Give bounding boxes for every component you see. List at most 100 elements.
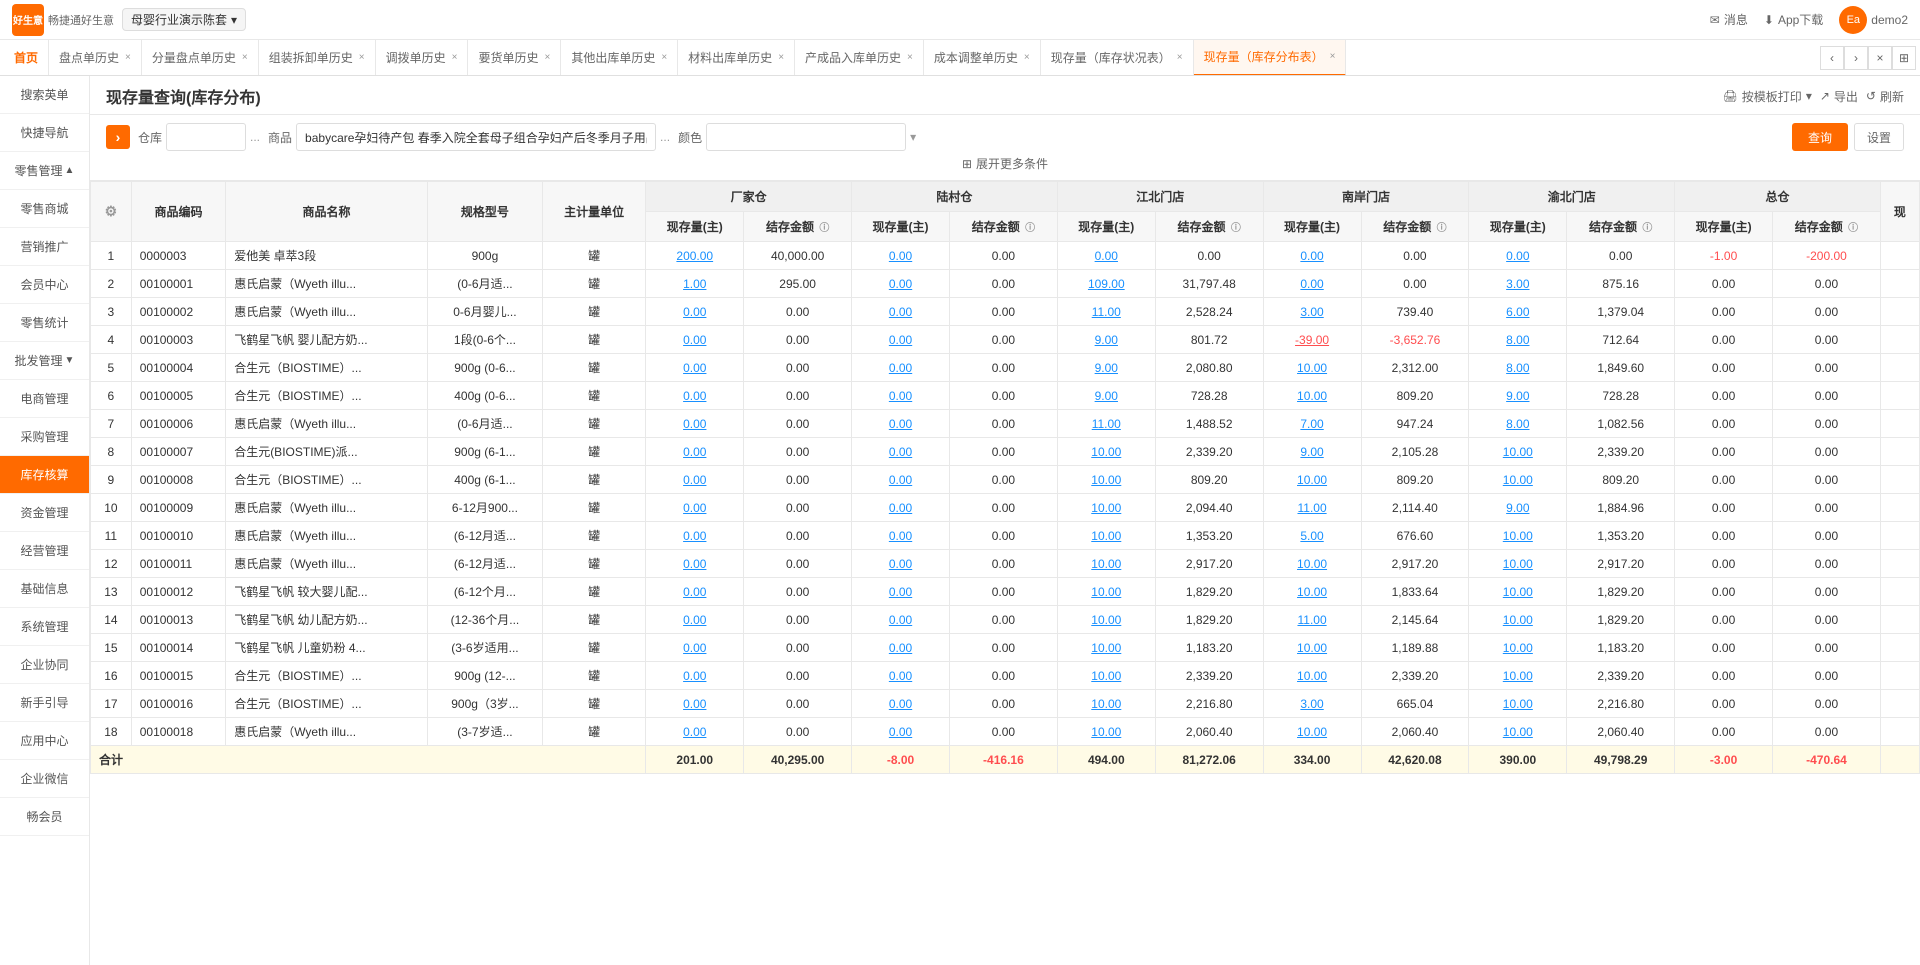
tab-home[interactable]: 首页	[4, 40, 49, 76]
td-fj-amt: 0.00	[744, 298, 852, 326]
tab-order[interactable]: 要货单历史 ×	[468, 40, 561, 76]
info-icon[interactable]: ⓘ	[1642, 223, 1652, 234]
tab-transfer[interactable]: 调拨单历史 ×	[376, 40, 469, 76]
tab-close-order[interactable]: ×	[544, 52, 550, 63]
td-no: 2	[91, 270, 132, 298]
tab-material-out[interactable]: 材料出库单历史 ×	[678, 40, 795, 76]
export-btn[interactable]: ↗ 导出	[1820, 88, 1858, 105]
sidebar-item-system[interactable]: 系统管理	[0, 608, 89, 646]
td-lc-qty: 0.00	[852, 494, 950, 522]
tab-close-material-out[interactable]: ×	[778, 52, 784, 63]
warehouse-dots-btn[interactable]: ...	[250, 130, 260, 144]
tab-close-product-in[interactable]: ×	[907, 52, 913, 63]
tab-stock-dist[interactable]: 现存量（库存分布表） ×	[1194, 40, 1347, 76]
info-icon[interactable]: ⓘ	[819, 223, 829, 234]
td-lc-qty: 0.00	[852, 578, 950, 606]
settings-icon[interactable]: ⚙	[105, 203, 118, 219]
sidebar-item-enterprise[interactable]: 企业协同	[0, 646, 89, 684]
td-lc-qty: 0.00	[852, 270, 950, 298]
tab-close-other-out[interactable]: ×	[661, 52, 667, 63]
app-download-btn[interactable]: ⬇ App下载	[1764, 11, 1823, 28]
filter-warehouse: 仓库 ...	[138, 123, 260, 151]
sidebar-item-inventory[interactable]: 库存核算	[0, 456, 89, 494]
main-layout: 搜索英单 快捷导航 零售管理 ▲ 零售商城 营销推广 会员中心 零售统计 批发管…	[0, 76, 1920, 965]
tab-close-inventory-count[interactable]: ×	[125, 52, 131, 63]
tab-close-transfer[interactable]: ×	[452, 52, 458, 63]
sidebar-item-members[interactable]: 畅会员	[0, 798, 89, 836]
tab-close-cost-adjust[interactable]: ×	[1024, 52, 1030, 63]
sidebar-item-wechat[interactable]: 企业微信	[0, 760, 89, 798]
org-selector[interactable]: 母婴行业演示陈套 ▾	[122, 8, 246, 31]
tab-close-portion[interactable]: ×	[242, 52, 248, 63]
tab-close-stock-status[interactable]: ×	[1177, 52, 1183, 63]
tab-prev-btn[interactable]: ‹	[1820, 46, 1844, 70]
tab-cost-adjust[interactable]: 成本调整单历史 ×	[924, 40, 1041, 76]
sidebar-item-ops[interactable]: 经营管理	[0, 532, 89, 570]
td-fj-amt: 0.00	[744, 550, 852, 578]
sidebar-item-retail-shop[interactable]: 零售商城	[0, 190, 89, 228]
user-profile[interactable]: Ea demo2	[1839, 6, 1908, 34]
tab-stock-status[interactable]: 现存量（库存状况表） ×	[1041, 40, 1194, 76]
td-name: 合生元（BIOSTIME）...	[226, 690, 428, 718]
product-input[interactable]	[296, 123, 656, 151]
sidebar-item-ecommerce[interactable]: 电商管理	[0, 380, 89, 418]
export-label: 导出	[1834, 88, 1858, 105]
sidebar-item-quicknav[interactable]: 快捷导航	[0, 114, 89, 152]
sidebar-item-member[interactable]: 会员中心	[0, 266, 89, 304]
info-icon[interactable]: ⓘ	[1437, 223, 1447, 234]
filter-toggle-btn[interactable]: ›	[106, 125, 130, 149]
sidebar-item-guide[interactable]: 新手引导	[0, 684, 89, 722]
chevron-down-icon: ▾	[231, 13, 237, 27]
td-jb-amt: 2,080.80	[1155, 354, 1263, 382]
td-jb-qty: 0.00	[1057, 242, 1155, 270]
td-fj-qty: 0.00	[646, 606, 744, 634]
td-unit: 罐	[542, 270, 645, 298]
tab-next-btn[interactable]: ›	[1844, 46, 1868, 70]
sidebar-item-retail-mgmt[interactable]: 零售管理 ▲	[0, 152, 89, 190]
td-code: 00100011	[131, 550, 225, 578]
td-extra	[1880, 270, 1919, 298]
warehouse-input[interactable]	[166, 123, 246, 151]
tab-inventory-count[interactable]: 盘点单历史 ×	[49, 40, 142, 76]
query-btn[interactable]: 查询	[1792, 123, 1848, 151]
tab-product-in[interactable]: 产成品入库单历史 ×	[795, 40, 924, 76]
table-row: 4 00100003 飞鹤星飞帆 婴儿配方奶... 1段(0-6个... 罐 0…	[91, 326, 1920, 354]
tab-menu-btn[interactable]: ⊞	[1892, 46, 1916, 70]
sidebar-item-retail-stats[interactable]: 零售统计	[0, 304, 89, 342]
tab-assemble[interactable]: 组装拆卸单历史 ×	[259, 40, 376, 76]
sidebar-item-purchase[interactable]: 采购管理	[0, 418, 89, 456]
info-icon[interactable]: ⓘ	[1231, 223, 1241, 234]
tab-close-all-btn[interactable]: ×	[1868, 46, 1892, 70]
td-yb-amt: 1,884.96	[1567, 494, 1675, 522]
tab-close-stock-dist[interactable]: ×	[1330, 51, 1336, 62]
td-jb-qty: 9.00	[1057, 326, 1155, 354]
sidebar-item-finance[interactable]: 资金管理	[0, 494, 89, 532]
td-lc-amt: 0.00	[950, 382, 1058, 410]
sidebar-item-appcenter[interactable]: 应用中心	[0, 722, 89, 760]
sidebar-item-marketing[interactable]: 营销推广	[0, 228, 89, 266]
product-dots-btn[interactable]: ...	[660, 130, 670, 144]
sidebar-item-search[interactable]: 搜索英单	[0, 76, 89, 114]
print-btn[interactable]: 🖨 按模板打印 ▾	[1723, 88, 1812, 105]
tab-portion-count[interactable]: 分量盘点单历史 ×	[142, 40, 259, 76]
td-jb-qty: 10.00	[1057, 438, 1155, 466]
tab-close-assemble[interactable]: ×	[359, 52, 365, 63]
messages-btn[interactable]: ✉ 消息	[1710, 11, 1748, 28]
td-total-qty: 0.00	[1675, 522, 1773, 550]
sidebar-item-basic[interactable]: 基础信息	[0, 570, 89, 608]
table-row: 1 0000003 爱他美 卓萃3段 900g 罐 200.00 40,000.…	[91, 242, 1920, 270]
info-icon[interactable]: ⓘ	[1848, 223, 1858, 234]
color-input[interactable]	[706, 123, 906, 151]
td-jb-amt: 809.20	[1155, 466, 1263, 494]
settings-btn[interactable]: 设置	[1854, 123, 1904, 151]
td-na-amt: 2,060.40	[1361, 718, 1469, 746]
info-icon[interactable]: ⓘ	[1025, 223, 1035, 234]
td-code: 00100007	[131, 438, 225, 466]
refresh-btn[interactable]: ↺ 刷新	[1866, 88, 1904, 105]
td-name: 惠氏启蒙（Wyeth illu...	[226, 718, 428, 746]
sidebar-item-wholesale[interactable]: 批发管理 ▼	[0, 342, 89, 380]
filter-expand-btn[interactable]: ⊞ 展开更多条件	[962, 155, 1048, 172]
product-label: 商品	[268, 129, 292, 146]
tab-other-out[interactable]: 其他出库单历史 ×	[561, 40, 678, 76]
td-fj-amt: 0.00	[744, 690, 852, 718]
